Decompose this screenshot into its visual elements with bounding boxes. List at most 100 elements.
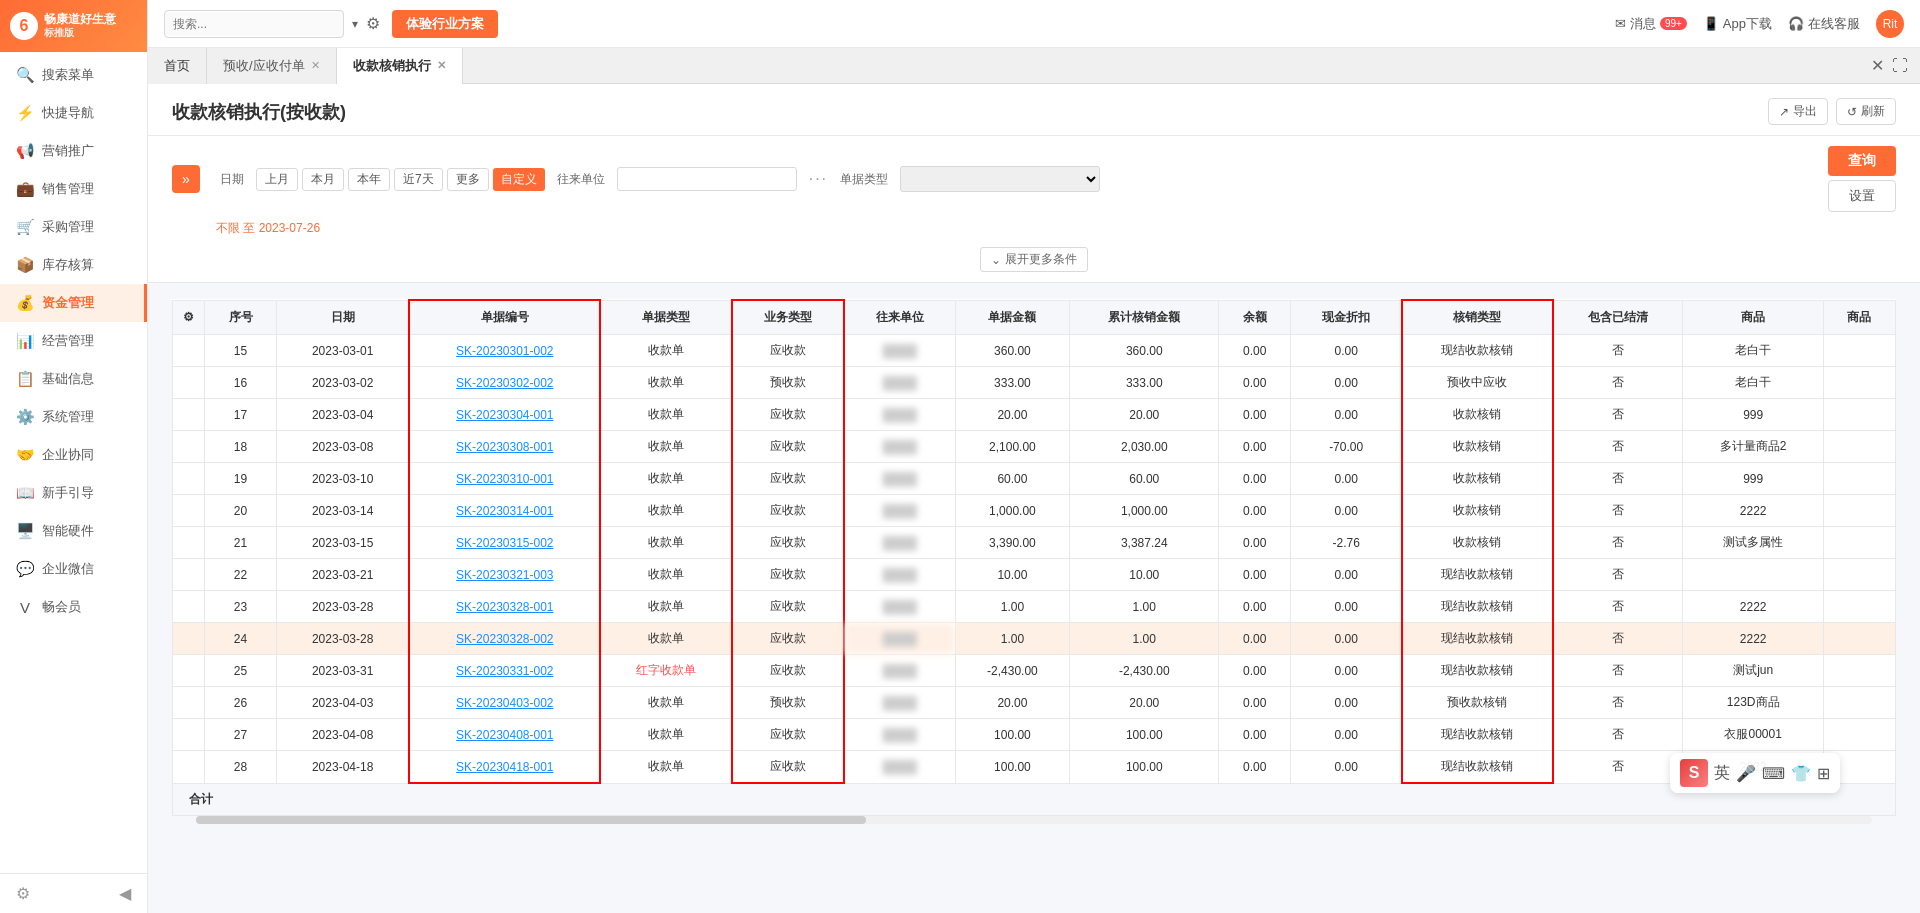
settings-icon[interactable]: ⚙ xyxy=(16,884,30,903)
td-include-settled: 否 xyxy=(1553,623,1683,655)
td-include-settled: 否 xyxy=(1553,495,1683,527)
date-last-month-btn[interactable]: 上月 xyxy=(256,168,298,191)
sidebar-item-marketing[interactable]: 📢 营销推广 xyxy=(0,132,147,170)
data-table: ⚙ 序号 日期 单据编号 单据类型 业务类型 往来单位 单据金额 累计核销金额 … xyxy=(172,299,1896,816)
english-icon[interactable]: 英 xyxy=(1714,763,1730,784)
sidebar-item-sales[interactable]: 💼 销售管理 xyxy=(0,170,147,208)
sidebar-item-inventory[interactable]: 📦 库存核算 xyxy=(0,246,147,284)
date-7days-btn[interactable]: 近7天 xyxy=(394,168,443,191)
date-custom-btn[interactable]: 自定义 xyxy=(493,168,545,191)
tab-receivable[interactable]: 预收/应收付单 ✕ xyxy=(207,48,337,84)
th-gear: ⚙ xyxy=(173,300,205,335)
td-accum-write: 100.00 xyxy=(1070,751,1219,784)
sidebar-item-quicknav[interactable]: ⚡ 快捷导航 xyxy=(0,94,147,132)
shirt-icon[interactable]: 👕 xyxy=(1791,764,1811,783)
setting-button[interactable]: 设置 xyxy=(1828,180,1896,212)
td-write-type: 预收款核销 xyxy=(1402,687,1552,719)
tab-close-all-button[interactable]: ✕ xyxy=(1871,56,1884,75)
mobile-icon: 📱 xyxy=(1703,16,1719,31)
td-balance: 0.00 xyxy=(1219,367,1291,399)
sidebar-item-hardware[interactable]: 🖥️ 智能硬件 xyxy=(0,512,147,550)
online-service-item[interactable]: 🎧 在线客服 xyxy=(1788,15,1860,33)
td-goods2 xyxy=(1823,463,1895,495)
keyboard-icon[interactable]: ⌨ xyxy=(1762,764,1785,783)
topbar-search-input[interactable] xyxy=(164,10,344,38)
td-cash-discount: 0.00 xyxy=(1291,495,1402,527)
topbar-gear-icon[interactable]: ⚙ xyxy=(366,14,380,33)
doc-no-link[interactable]: SK-20230308-001 xyxy=(456,440,553,454)
td-balance: 0.00 xyxy=(1219,431,1291,463)
td-cash-discount: 0.00 xyxy=(1291,719,1402,751)
td-goods: 衣服00001 xyxy=(1683,719,1823,751)
sidebar-item-collab[interactable]: 🤝 企业协同 xyxy=(0,436,147,474)
td-write-type: 收款核销 xyxy=(1402,527,1552,559)
td-check xyxy=(173,751,205,784)
doc-no-link[interactable]: SK-20230310-001 xyxy=(456,472,553,486)
td-balance: 0.00 xyxy=(1219,527,1291,559)
td-check xyxy=(173,719,205,751)
grid-icon[interactable]: ⊞ xyxy=(1817,764,1830,783)
app-download-item[interactable]: 📱 App下载 xyxy=(1703,15,1772,33)
sidebar-item-member[interactable]: V 畅会员 xyxy=(0,588,147,626)
filter-toggle-btn[interactable]: » xyxy=(172,165,200,193)
doc-no-link[interactable]: SK-20230301-002 xyxy=(456,344,553,358)
scrollbar-thumb xyxy=(196,816,866,824)
doc-no-link[interactable]: SK-20230304-001 xyxy=(456,408,553,422)
td-doc-type: 收款单 xyxy=(600,335,731,367)
sidebar-item-search[interactable]: 🔍 搜索菜单 xyxy=(0,56,147,94)
td-cash-discount: 0.00 xyxy=(1291,399,1402,431)
collapse-icon[interactable]: ◀ xyxy=(119,884,131,903)
date-this-month-btn[interactable]: 本月 xyxy=(302,168,344,191)
date-this-year-btn[interactable]: 本年 xyxy=(348,168,390,191)
user-avatar[interactable]: Rit xyxy=(1876,10,1904,38)
td-date: 2023-03-21 xyxy=(277,559,410,591)
tab-writeoff-close[interactable]: ✕ xyxy=(437,59,446,72)
sidebar-item-wechat[interactable]: 💬 企业微信 xyxy=(0,550,147,588)
message-item[interactable]: ✉ 消息 99+ xyxy=(1615,15,1687,33)
solution-button[interactable]: 体验行业方案 xyxy=(392,10,498,38)
sidebar-item-operation[interactable]: 📊 经营管理 xyxy=(0,322,147,360)
doc-no-link[interactable]: SK-20230331-002 xyxy=(456,664,553,678)
doc-no-link[interactable]: SK-20230315-002 xyxy=(456,536,553,550)
tab-receivable-label: 预收/应收付单 xyxy=(223,57,305,75)
sidebar-item-basic[interactable]: 📋 基础信息 xyxy=(0,360,147,398)
mic-icon[interactable]: 🎤 xyxy=(1736,764,1756,783)
tab-writeoff[interactable]: 收款核销执行 ✕ xyxy=(337,48,463,84)
sidebar-item-system[interactable]: ⚙️ 系统管理 xyxy=(0,398,147,436)
tab-expand-button[interactable]: ⛶ xyxy=(1892,57,1908,75)
expand-icon: ⌄ xyxy=(991,253,1001,267)
doc-no-link[interactable]: SK-20230328-002 xyxy=(456,632,553,646)
refresh-button[interactable]: ↺ 刷新 xyxy=(1836,98,1896,125)
tab-home[interactable]: 首页 xyxy=(148,48,207,84)
query-button[interactable]: 查询 xyxy=(1828,146,1896,176)
td-amount: 3,390.00 xyxy=(955,527,1070,559)
td-doc-type: 红字收款单 xyxy=(600,655,731,687)
doc-no-link[interactable]: SK-20230321-003 xyxy=(456,568,553,582)
topbar-right: ✉ 消息 99+ 📱 App下载 🎧 在线客服 Rit xyxy=(1615,10,1904,38)
td-date: 2023-03-28 xyxy=(277,623,410,655)
td-write-type: 现结收款核销 xyxy=(1402,655,1552,687)
filter-dots[interactable]: ··· xyxy=(809,170,828,188)
topbar-dropdown[interactable]: ▾ xyxy=(352,17,358,31)
sidebar-item-purchase[interactable]: 🛒 采购管理 xyxy=(0,208,147,246)
doc-no-link[interactable]: SK-20230403-002 xyxy=(456,696,553,710)
doc-no-link[interactable]: SK-20230418-001 xyxy=(456,760,553,774)
doc-type-select[interactable] xyxy=(900,166,1100,192)
doc-no-link[interactable]: SK-20230302-002 xyxy=(456,376,553,390)
expand-more-btn[interactable]: ⌄ 展开更多条件 xyxy=(980,247,1088,272)
doc-no-link[interactable]: SK-20230328-001 xyxy=(456,600,553,614)
partner-input[interactable] xyxy=(617,167,797,191)
date-more-btn[interactable]: 更多 xyxy=(447,168,489,191)
sidebar-item-guide[interactable]: 📖 新手引导 xyxy=(0,474,147,512)
td-goods: 2222 xyxy=(1683,495,1823,527)
table-row: 24 2023-03-28 SK-20230328-002 收款单 应收款 ██… xyxy=(173,623,1896,655)
td-no: 17 xyxy=(205,399,277,431)
export-button[interactable]: ↗ 导出 xyxy=(1768,98,1828,125)
horizontal-scrollbar[interactable] xyxy=(196,816,1872,824)
table-row: 27 2023-04-08 SK-20230408-001 收款单 应收款 ██… xyxy=(173,719,1896,751)
td-balance: 0.00 xyxy=(1219,719,1291,751)
doc-no-link[interactable]: SK-20230314-001 xyxy=(456,504,553,518)
doc-no-link[interactable]: SK-20230408-001 xyxy=(456,728,553,742)
sidebar-item-finance[interactable]: 💰 资金管理 xyxy=(0,284,147,322)
tab-receivable-close[interactable]: ✕ xyxy=(311,59,320,72)
